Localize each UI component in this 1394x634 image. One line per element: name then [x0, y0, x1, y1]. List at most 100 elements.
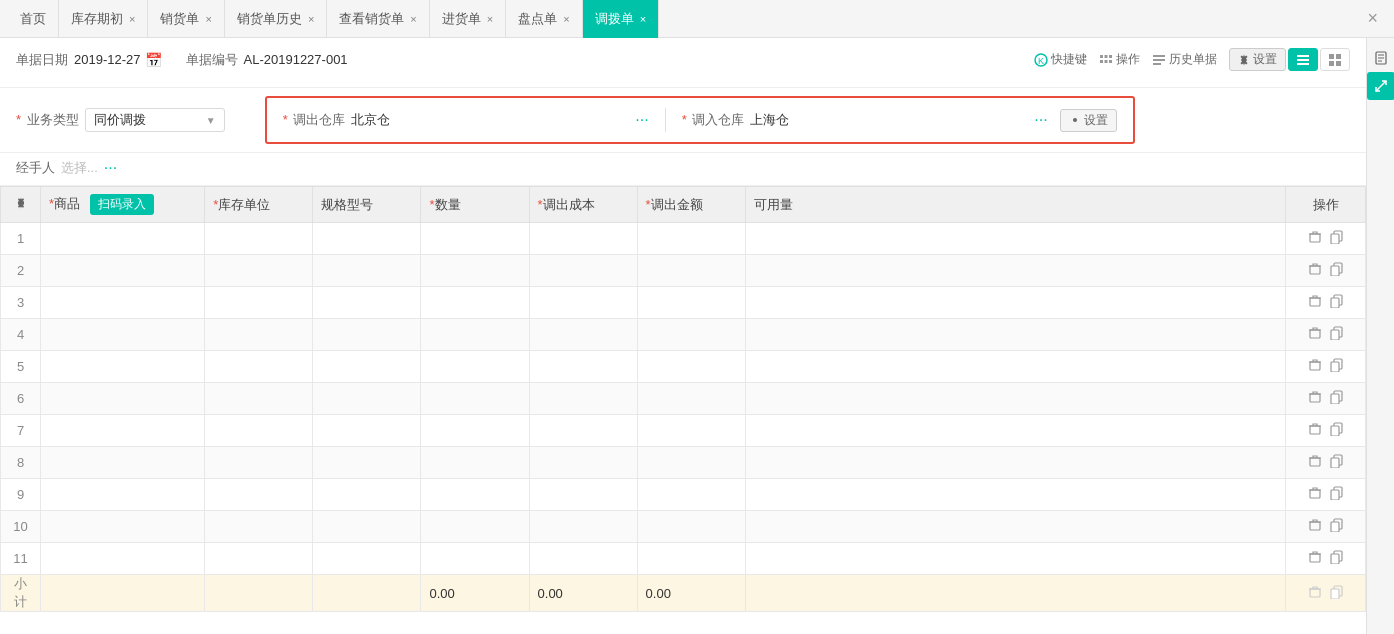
tab-sales-history[interactable]: 销货单历史 × [225, 0, 327, 38]
cell-qty[interactable] [421, 543, 529, 575]
out-warehouse-more-btn[interactable]: ··· [635, 111, 648, 129]
cell-spec[interactable] [313, 383, 421, 415]
cell-unit[interactable] [205, 447, 313, 479]
cell-available[interactable] [745, 415, 1285, 447]
cell-qty[interactable] [421, 383, 529, 415]
cell-qty[interactable] [421, 447, 529, 479]
cell-amount[interactable] [637, 383, 745, 415]
cell-spec[interactable] [313, 223, 421, 255]
operation-btn[interactable]: 操作 [1099, 51, 1140, 68]
calendar-icon[interactable]: 📅 [145, 52, 162, 68]
handler-more-btn[interactable]: ··· [104, 159, 117, 177]
cell-available[interactable] [745, 223, 1285, 255]
close-inventory-init[interactable]: × [129, 13, 135, 25]
cell-amount[interactable] [637, 415, 745, 447]
close-sales-history[interactable]: × [308, 13, 314, 25]
cell-product[interactable] [41, 223, 205, 255]
delete-row-icon[interactable] [1308, 422, 1322, 439]
copy-row-icon[interactable] [1330, 422, 1344, 439]
close-purchase-order[interactable]: × [487, 13, 493, 25]
delete-row-icon[interactable] [1308, 518, 1322, 535]
cell-unit[interactable] [205, 543, 313, 575]
cell-qty[interactable] [421, 511, 529, 543]
delete-row-icon[interactable] [1308, 326, 1322, 343]
subtotal-delete-icon[interactable] [1308, 585, 1322, 602]
th-gear[interactable] [1, 187, 41, 223]
cell-amount[interactable] [637, 319, 745, 351]
cell-amount[interactable] [637, 351, 745, 383]
cell-spec[interactable] [313, 287, 421, 319]
copy-row-icon[interactable] [1330, 486, 1344, 503]
cell-unit[interactable] [205, 223, 313, 255]
copy-row-icon[interactable] [1330, 326, 1344, 343]
biz-type-select[interactable]: 同价调拨 ▼ [85, 108, 225, 132]
tab-sales-order[interactable]: 销货单 × [148, 0, 224, 38]
close-inventory-check[interactable]: × [563, 13, 569, 25]
out-warehouse-value[interactable]: 北京仓 [351, 111, 627, 129]
warehouse-settings-button[interactable]: 设置 [1060, 109, 1117, 132]
cell-spec[interactable] [313, 255, 421, 287]
copy-row-icon[interactable] [1330, 390, 1344, 407]
cell-qty[interactable] [421, 319, 529, 351]
settings-button[interactable]: 设置 [1229, 48, 1286, 71]
cell-cost[interactable] [529, 351, 637, 383]
cell-cost[interactable] [529, 479, 637, 511]
cell-available[interactable] [745, 447, 1285, 479]
cell-unit[interactable] [205, 351, 313, 383]
cell-unit[interactable] [205, 415, 313, 447]
cell-spec[interactable] [313, 447, 421, 479]
copy-row-icon[interactable] [1330, 294, 1344, 311]
cell-product[interactable] [41, 543, 205, 575]
cell-available[interactable] [745, 255, 1285, 287]
copy-row-icon[interactable] [1330, 550, 1344, 567]
cell-available[interactable] [745, 383, 1285, 415]
in-warehouse-value[interactable]: 上海仓 [750, 111, 1026, 129]
sidebar-doc-icon[interactable] [1369, 46, 1393, 70]
cell-product[interactable] [41, 351, 205, 383]
tab-transfer-order[interactable]: 调拨单 × [583, 0, 659, 38]
history-btn[interactable]: 历史单据 [1152, 51, 1217, 68]
tab-inventory-check[interactable]: 盘点单 × [506, 0, 582, 38]
cell-unit[interactable] [205, 383, 313, 415]
close-transfer-order[interactable]: × [640, 13, 646, 25]
shortcut-btn[interactable]: K 快捷键 [1034, 51, 1087, 68]
cell-available[interactable] [745, 287, 1285, 319]
cell-product[interactable] [41, 319, 205, 351]
cell-amount[interactable] [637, 255, 745, 287]
cell-cost[interactable] [529, 511, 637, 543]
cell-spec[interactable] [313, 511, 421, 543]
copy-row-icon[interactable] [1330, 358, 1344, 375]
copy-row-icon[interactable] [1330, 230, 1344, 247]
delete-row-icon[interactable] [1308, 550, 1322, 567]
handler-placeholder[interactable]: 选择... [61, 159, 98, 177]
cell-unit[interactable] [205, 319, 313, 351]
sidebar-expand-icon[interactable] [1367, 72, 1395, 100]
cell-spec[interactable] [313, 543, 421, 575]
cell-amount[interactable] [637, 479, 745, 511]
cell-qty[interactable] [421, 223, 529, 255]
cell-qty[interactable] [421, 415, 529, 447]
cell-qty[interactable] [421, 479, 529, 511]
tab-inventory-init[interactable]: 库存期初 × [59, 0, 148, 38]
in-warehouse-more-btn[interactable]: ··· [1034, 111, 1047, 129]
delete-row-icon[interactable] [1308, 230, 1322, 247]
cell-qty[interactable] [421, 287, 529, 319]
close-all-tabs[interactable]: × [1359, 8, 1386, 29]
date-value[interactable]: 2019-12-27 [74, 52, 141, 67]
cell-amount[interactable] [637, 543, 745, 575]
cell-cost[interactable] [529, 543, 637, 575]
cell-cost[interactable] [529, 223, 637, 255]
cell-available[interactable] [745, 543, 1285, 575]
close-sales-order[interactable]: × [205, 13, 211, 25]
cell-unit[interactable] [205, 511, 313, 543]
tab-home[interactable]: 首页 [8, 0, 59, 38]
cell-cost[interactable] [529, 319, 637, 351]
subtotal-copy-icon[interactable] [1330, 585, 1344, 602]
copy-row-icon[interactable] [1330, 262, 1344, 279]
tab-purchase-order[interactable]: 进货单 × [430, 0, 506, 38]
cell-amount[interactable] [637, 447, 745, 479]
cell-cost[interactable] [529, 383, 637, 415]
delete-row-icon[interactable] [1308, 294, 1322, 311]
cell-amount[interactable] [637, 223, 745, 255]
cell-qty[interactable] [421, 255, 529, 287]
